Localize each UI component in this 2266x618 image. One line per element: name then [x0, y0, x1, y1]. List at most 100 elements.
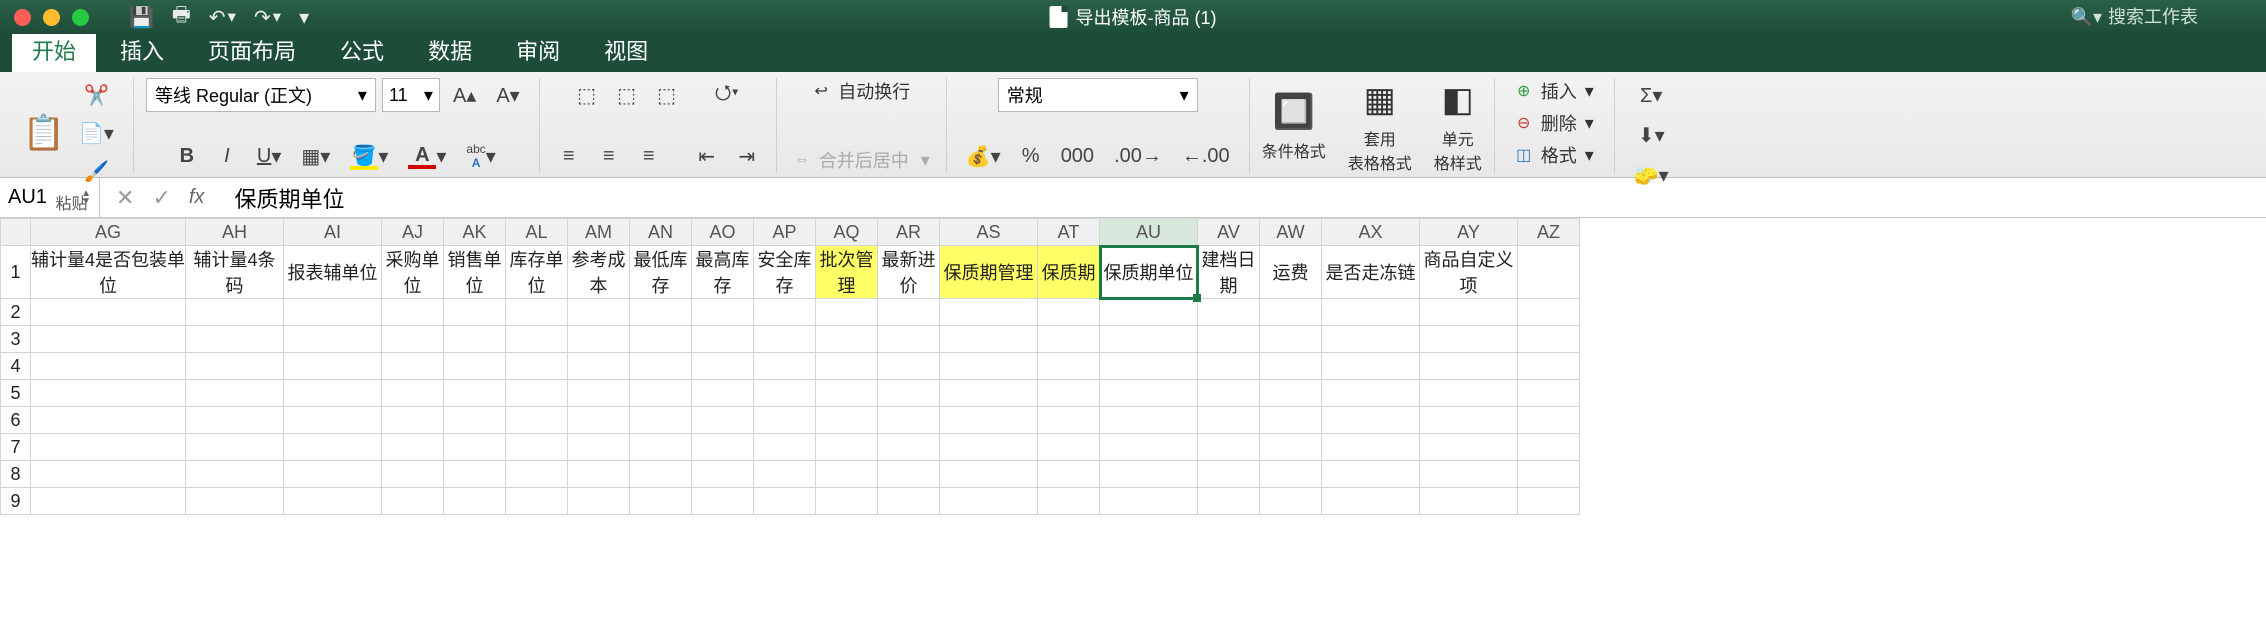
cell[interactable] — [816, 326, 878, 353]
cell[interactable] — [506, 434, 568, 461]
cell[interactable] — [1260, 353, 1322, 380]
cell[interactable] — [940, 407, 1038, 434]
cell[interactable] — [1518, 380, 1580, 407]
cell[interactable] — [186, 488, 284, 515]
orientation-button[interactable]: ⭯▾ — [708, 78, 746, 112]
cell[interactable] — [816, 353, 878, 380]
cell[interactable] — [31, 380, 186, 407]
increase-font-button[interactable]: A▴ — [446, 78, 483, 112]
comma-style-button[interactable]: 000 — [1054, 139, 1101, 173]
cell[interactable] — [1518, 488, 1580, 515]
cell[interactable] — [1420, 353, 1518, 380]
number-format-select[interactable]: 常规▾ — [998, 78, 1198, 112]
cell[interactable] — [1322, 407, 1420, 434]
save-icon[interactable]: 💾 — [129, 5, 154, 30]
cell[interactable] — [31, 353, 186, 380]
cell[interactable] — [940, 326, 1038, 353]
cell[interactable] — [1260, 434, 1322, 461]
cell[interactable] — [1420, 488, 1518, 515]
column-header-AG[interactable]: AG — [31, 219, 186, 246]
cell[interactable] — [506, 326, 568, 353]
cell[interactable]: 保质期单位 — [1100, 246, 1198, 299]
insert-cells-button[interactable]: ⊕插入▾ — [1515, 78, 1594, 104]
cell[interactable] — [1518, 353, 1580, 380]
cell[interactable] — [1100, 380, 1198, 407]
cell[interactable] — [1038, 353, 1100, 380]
cell[interactable] — [754, 380, 816, 407]
cell[interactable] — [186, 326, 284, 353]
cell[interactable] — [1322, 380, 1420, 407]
cell[interactable] — [1322, 326, 1420, 353]
column-header-AW[interactable]: AW — [1260, 219, 1322, 246]
row-header-9[interactable]: 9 — [1, 488, 31, 515]
cell[interactable] — [506, 380, 568, 407]
cell[interactable] — [1260, 488, 1322, 515]
cell[interactable] — [444, 461, 506, 488]
font-name-select[interactable]: 等线 Regular (正文)▾ — [146, 78, 376, 112]
cell[interactable]: 建档日期 — [1198, 246, 1260, 299]
column-header-AP[interactable]: AP — [754, 219, 816, 246]
decrease-decimal-button[interactable]: ←.00 — [1175, 139, 1237, 173]
cell[interactable] — [284, 434, 382, 461]
cell[interactable] — [1322, 299, 1420, 326]
select-all-corner[interactable] — [1, 219, 31, 246]
cell[interactable] — [444, 380, 506, 407]
cell[interactable] — [186, 353, 284, 380]
maximize-window-button[interactable] — [72, 9, 89, 26]
cell[interactable] — [692, 488, 754, 515]
merge-center-button[interactable]: ⇔合并后居中▾ — [793, 147, 930, 173]
align-top-button[interactable]: ⬚ — [570, 78, 604, 112]
name-box-stepper[interactable]: ▲▼ — [81, 190, 91, 206]
cell[interactable] — [568, 299, 630, 326]
cell[interactable] — [878, 434, 940, 461]
cell[interactable] — [754, 434, 816, 461]
cell-styles-button[interactable]: ◧单元 格样式 — [1434, 78, 1482, 174]
cell[interactable] — [382, 488, 444, 515]
row-header-4[interactable]: 4 — [1, 353, 31, 380]
cell[interactable] — [692, 434, 754, 461]
cell[interactable] — [1038, 434, 1100, 461]
cell[interactable] — [568, 326, 630, 353]
redo-icon[interactable]: ↷▾ — [254, 5, 281, 30]
column-header-AK[interactable]: AK — [444, 219, 506, 246]
cell[interactable] — [31, 488, 186, 515]
cell[interactable] — [1260, 407, 1322, 434]
cell[interactable] — [568, 407, 630, 434]
cell[interactable] — [1100, 461, 1198, 488]
close-window-button[interactable] — [14, 9, 31, 26]
cell[interactable] — [506, 299, 568, 326]
cell[interactable]: 保质期 — [1038, 246, 1100, 299]
cell[interactable]: 商品自定义项 — [1420, 246, 1518, 299]
cell[interactable] — [1518, 407, 1580, 434]
cell[interactable] — [186, 461, 284, 488]
align-left-button[interactable]: ≡ — [552, 139, 586, 173]
undo-icon[interactable]: ↶▾ — [209, 5, 236, 30]
cell[interactable] — [382, 299, 444, 326]
cell[interactable] — [284, 326, 382, 353]
cell[interactable] — [444, 353, 506, 380]
cell[interactable] — [630, 407, 692, 434]
cell[interactable] — [1198, 488, 1260, 515]
cell[interactable] — [284, 353, 382, 380]
cell[interactable]: 最高库存 — [692, 246, 754, 299]
cell[interactable] — [1260, 326, 1322, 353]
font-size-select[interactable]: 11▾ — [382, 78, 440, 112]
cell[interactable] — [1420, 461, 1518, 488]
format-cells-button[interactable]: ◫格式▾ — [1515, 142, 1594, 168]
cell[interactable]: 是否走冻链 — [1322, 246, 1420, 299]
cell[interactable] — [692, 299, 754, 326]
cell[interactable] — [754, 353, 816, 380]
cell[interactable] — [186, 434, 284, 461]
cell[interactable] — [816, 488, 878, 515]
cell[interactable] — [1322, 461, 1420, 488]
cell[interactable] — [284, 461, 382, 488]
cell[interactable] — [692, 380, 754, 407]
cell[interactable] — [186, 407, 284, 434]
column-header-AL[interactable]: AL — [506, 219, 568, 246]
cell[interactable] — [878, 326, 940, 353]
cell[interactable]: 批次管理 — [816, 246, 878, 299]
cell[interactable] — [940, 461, 1038, 488]
column-header-AR[interactable]: AR — [878, 219, 940, 246]
copy-button[interactable]: 📄▾ — [72, 116, 121, 150]
cell[interactable] — [1518, 326, 1580, 353]
